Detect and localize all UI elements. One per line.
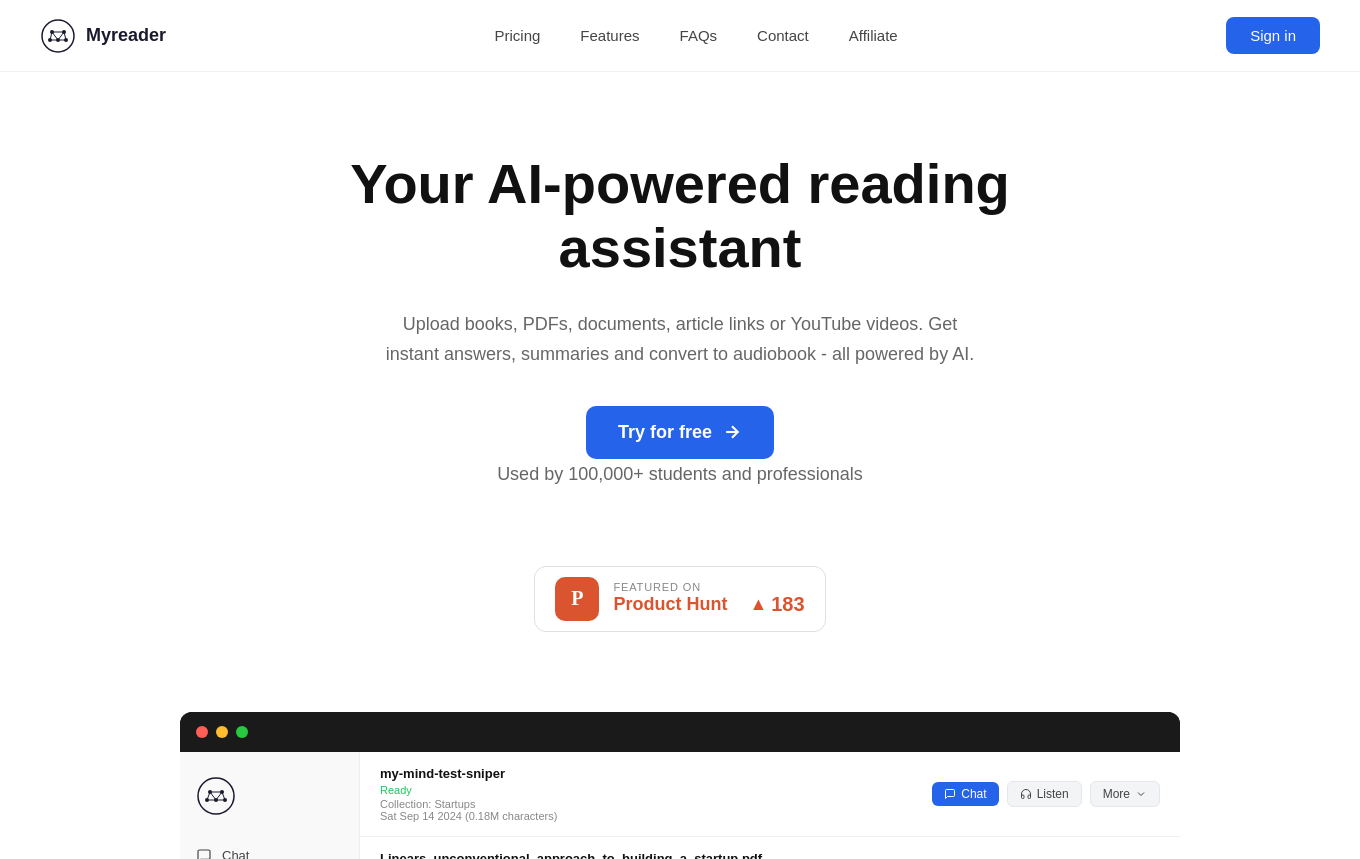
doc-row-inner: my-mind-test-sniper Ready Collection: St… — [380, 766, 1160, 822]
nav-pricing[interactable]: Pricing — [494, 27, 540, 44]
logo-icon — [40, 18, 76, 54]
chat-action-icon — [944, 788, 956, 800]
app-titlebar — [180, 712, 1180, 752]
nav-links: Pricing Features FAQs Contact Affiliate — [494, 27, 897, 44]
logo[interactable]: Myreader — [40, 18, 166, 54]
sign-in-button[interactable]: Sign in — [1226, 17, 1320, 54]
titlebar-close-dot — [196, 726, 208, 738]
svg-point-14 — [198, 778, 234, 814]
doc-left: Linears_unconventional_approach_to_build… — [380, 851, 932, 859]
chat-button[interactable]: Chat — [932, 782, 998, 806]
doc-collection: Collection: Startups — [380, 798, 932, 810]
product-hunt-badge[interactable]: P FEATURED ON Product Hunt ▲ 183 — [534, 566, 825, 632]
ph-letter: P — [571, 587, 583, 610]
doc-actions: Chat Listen More — [932, 781, 1160, 807]
more-button[interactable]: More — [1090, 781, 1160, 807]
document-list: my-mind-test-sniper Ready Collection: St… — [360, 752, 1180, 859]
hero-section: Your AI-powered reading assistant Upload… — [0, 72, 1360, 672]
nav-affiliate[interactable]: Affiliate — [849, 27, 898, 44]
ph-text: FEATURED ON Product Hunt ▲ 183 — [613, 581, 804, 616]
hero-headline: Your AI-powered reading assistant — [330, 152, 1030, 281]
chat-icon — [196, 848, 212, 859]
navbar: Myreader Pricing Features FAQs Contact A… — [0, 0, 1360, 72]
doc-date: Sat Sep 14 2024 (0.18M characters) — [380, 810, 932, 822]
app-preview: Chat Upload Library History Accou — [180, 712, 1180, 859]
chevron-down-icon — [1135, 788, 1147, 800]
app-body: Chat Upload Library History Accou — [180, 752, 1180, 859]
sidebar-logo — [180, 768, 359, 840]
titlebar-min-dot — [216, 726, 228, 738]
hero-subheadline: Upload books, PDFs, documents, article l… — [380, 309, 980, 370]
sidebar: Chat Upload Library History Accou — [180, 752, 360, 859]
nav-faqs[interactable]: FAQs — [680, 27, 718, 44]
listen-button[interactable]: Listen — [1007, 781, 1082, 807]
svg-line-22 — [216, 792, 222, 800]
sidebar-item-chat[interactable]: Chat — [180, 840, 359, 859]
doc-status: Ready — [380, 784, 932, 796]
ph-upvote-icon: ▲ — [749, 594, 767, 615]
listen-icon — [1020, 788, 1032, 800]
ph-icon: P — [555, 577, 599, 621]
doc-row-inner: Linears_unconventional_approach_to_build… — [380, 851, 1160, 859]
arrow-right-icon — [722, 422, 742, 442]
sidebar-chat-label: Chat — [222, 848, 249, 859]
ph-count-container: ▲ 183 — [749, 593, 804, 616]
ph-count: 183 — [771, 593, 804, 616]
titlebar-max-dot — [236, 726, 248, 738]
ph-name: Product Hunt — [613, 594, 727, 615]
svg-line-7 — [52, 32, 58, 40]
social-proof: Used by 100,000+ students and profession… — [380, 459, 980, 490]
sidebar-logo-icon — [196, 776, 236, 816]
table-row: my-mind-test-sniper Ready Collection: St… — [360, 752, 1180, 837]
doc-name: my-mind-test-sniper — [380, 766, 780, 781]
doc-name: Linears_unconventional_approach_to_build… — [380, 851, 780, 859]
nav-contact[interactable]: Contact — [757, 27, 809, 44]
doc-left: my-mind-test-sniper Ready Collection: St… — [380, 766, 932, 822]
try-for-free-button[interactable]: Try for free — [586, 406, 774, 459]
nav-features[interactable]: Features — [580, 27, 639, 44]
svg-line-21 — [210, 792, 216, 800]
svg-line-8 — [58, 32, 64, 40]
svg-point-0 — [42, 20, 74, 52]
table-row: Linears_unconventional_approach_to_build… — [360, 837, 1180, 859]
logo-text: Myreader — [86, 25, 166, 46]
ph-featured-label: FEATURED ON — [613, 581, 804, 593]
